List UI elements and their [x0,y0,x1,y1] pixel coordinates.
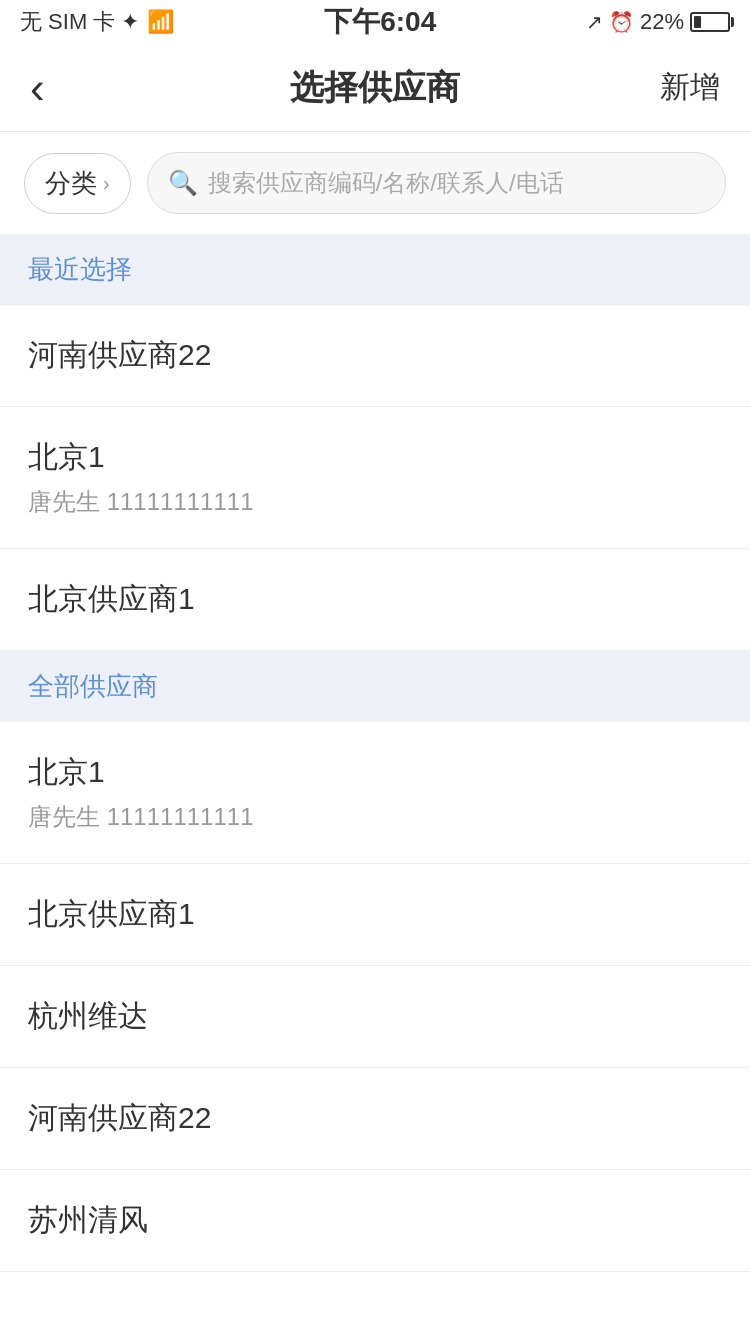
search-icon: 🔍 [168,169,198,197]
status-left: 无 SIM 卡 ✦ 📶 [20,7,174,37]
recent-section-header: 最近选择 [0,234,750,305]
status-bar: 无 SIM 卡 ✦ 📶 下午6:04 ↗ ⏰ 22% [0,0,750,44]
all-list: 北京1 唐先生 11111111111 北京供应商1 杭州维达河南供应商22 苏州清风 [0,722,750,1272]
chevron-icon: › [103,172,110,195]
battery-percentage: 22% [640,9,684,35]
item-name: 河南供应商22 [28,1098,722,1139]
status-time: 下午6:04 [324,3,436,41]
nav-bar: ‹ 选择供应商 新增 [0,44,750,132]
all-list-item[interactable]: 北京1 唐先生 11111111111 [0,722,750,864]
all-list-item[interactable]: 北京供应商1 [0,864,750,966]
search-box[interactable]: 🔍 搜索供应商编码/名称/联系人/电话 [147,152,726,214]
all-list-item[interactable]: 杭州维达 [0,966,750,1068]
all-list-item[interactable]: 河南供应商22 [0,1068,750,1170]
item-name: 北京供应商1 [28,894,722,935]
item-name: 苏州清风 [28,1200,722,1241]
status-right: ↗ ⏰ 22% [586,9,730,35]
alarm-icon: ⏰ [609,10,634,34]
all-section-header: 全部供应商 [0,651,750,722]
recent-list-item[interactable]: 北京1 唐先生 11111111111 [0,407,750,549]
back-button[interactable]: ‹ [30,63,90,113]
sim-status: 无 SIM 卡 ✦ [20,7,139,37]
search-placeholder: 搜索供应商编码/名称/联系人/电话 [208,167,564,199]
recent-list-item[interactable]: 北京供应商1 [0,549,750,651]
all-list-item[interactable]: 苏州清风 [0,1170,750,1272]
page-title: 选择供应商 [290,65,460,111]
wifi-icon: 📶 [147,9,174,35]
location-icon: ↗ [586,10,603,34]
item-name: 河南供应商22 [28,335,722,376]
filter-bar: 分类 › 🔍 搜索供应商编码/名称/联系人/电话 [0,132,750,234]
item-name: 北京1 [28,437,722,478]
category-button[interactable]: 分类 › [24,153,131,214]
battery-icon [690,12,730,32]
item-sub: 唐先生 11111111111 [28,801,722,833]
recent-list-item[interactable]: 河南供应商22 [0,305,750,407]
item-name: 北京1 [28,752,722,793]
category-label: 分类 [45,166,97,201]
add-button[interactable]: 新增 [660,67,720,108]
recent-list: 河南供应商22 北京1 唐先生 11111111111 北京供应商1 [0,305,750,651]
item-name: 北京供应商1 [28,579,722,620]
item-sub: 唐先生 11111111111 [28,486,722,518]
battery-fill [694,16,701,28]
item-name: 杭州维达 [28,996,722,1037]
